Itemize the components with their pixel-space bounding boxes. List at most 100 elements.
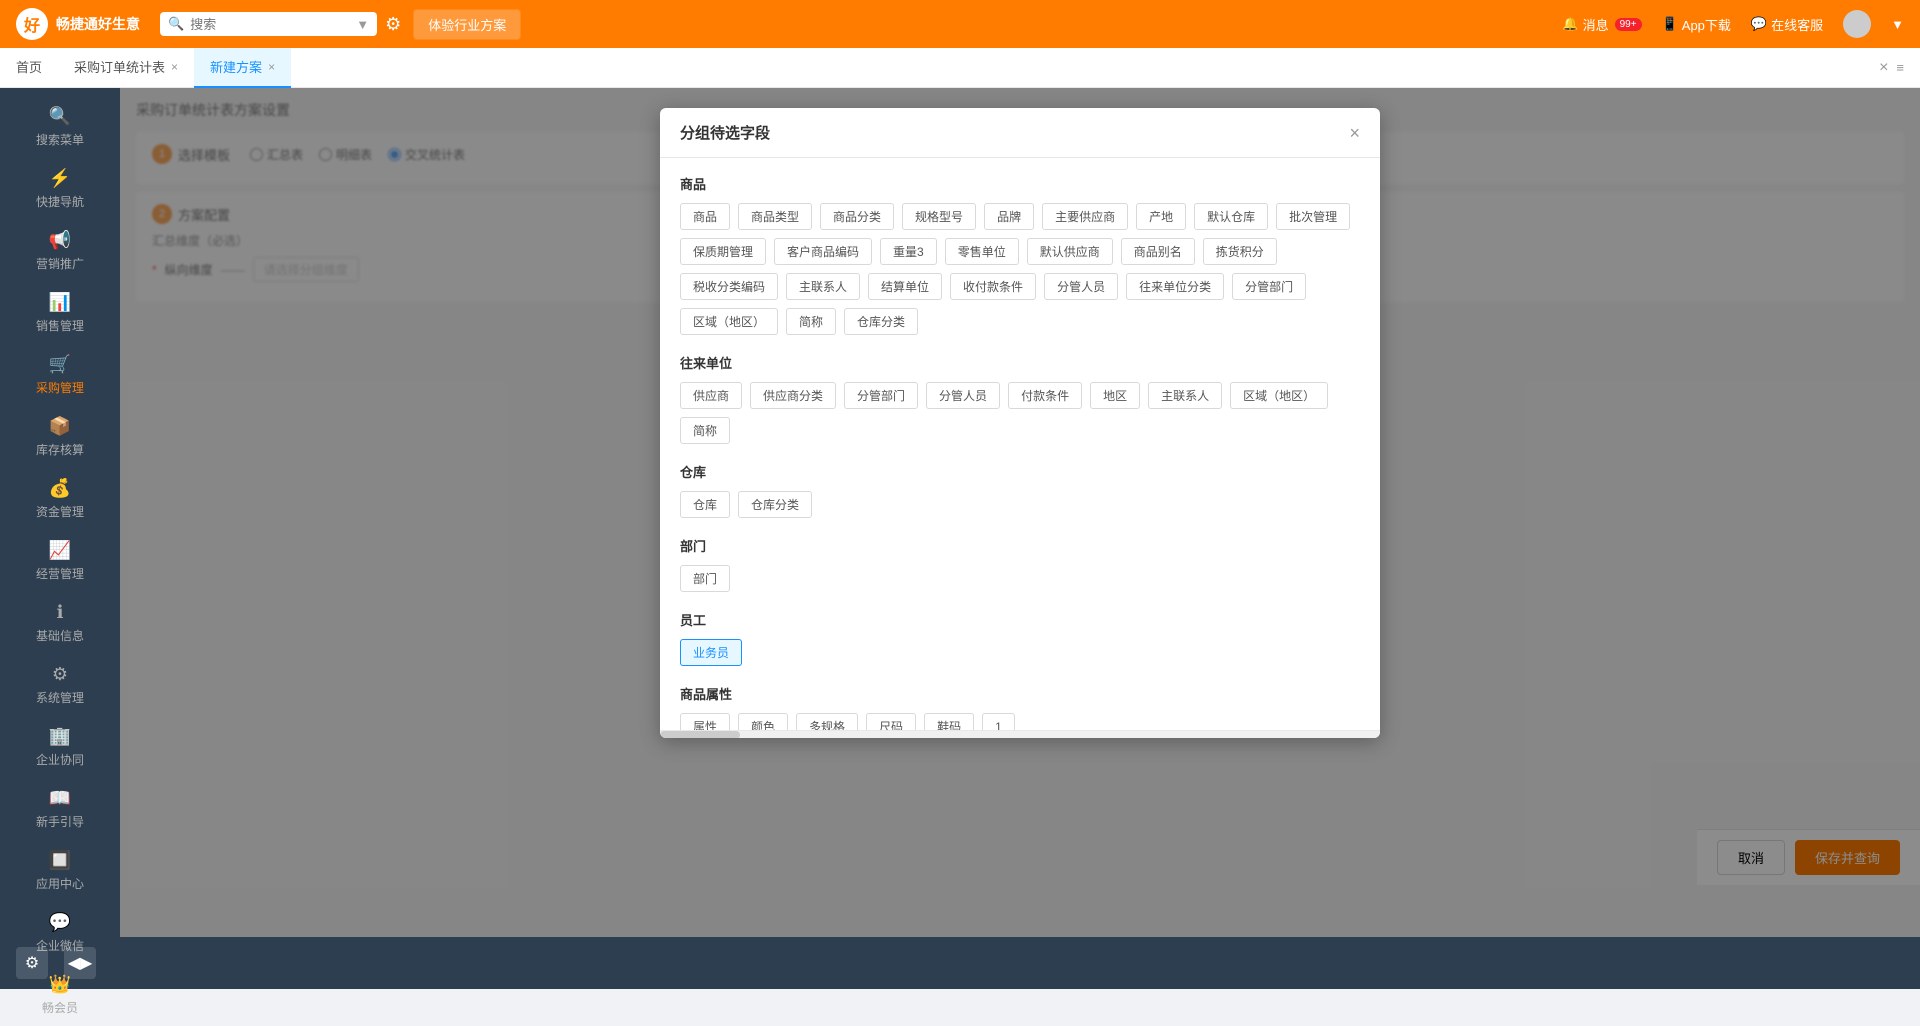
field-tag-area[interactable]: 地区 — [1090, 382, 1140, 409]
field-tag-short-name[interactable]: 简称 — [786, 308, 836, 335]
search-icon: 🔍 — [49, 106, 71, 127]
sidebar-item-purchase[interactable]: 🛒 采购管理 — [0, 344, 120, 406]
field-tag-spec[interactable]: 规格型号 — [902, 203, 976, 230]
online-service-item[interactable]: 💬 在线客服 — [1751, 15, 1823, 34]
field-tag-goods[interactable]: 商品 — [680, 203, 730, 230]
notification-item[interactable]: 🔔 消息 99+ — [1562, 15, 1641, 34]
section-goods-title: 商品 — [680, 174, 1360, 193]
field-tag-payment-terms[interactable]: 收付款条件 — [950, 273, 1036, 300]
sidebar-item-search[interactable]: 🔍 搜索菜单 — [0, 96, 120, 158]
section-department-title: 部门 — [680, 536, 1360, 555]
field-tag-main-contact-p[interactable]: 主联系人 — [1148, 382, 1222, 409]
field-tag-brand[interactable]: 品牌 — [984, 203, 1034, 230]
field-tag-region[interactable]: 区域（地区） — [680, 308, 778, 335]
field-tag-partner-cat[interactable]: 往来单位分类 — [1126, 273, 1224, 300]
field-tag-warehouse[interactable]: 仓库 — [680, 491, 730, 518]
service-icon: 💬 — [1751, 16, 1767, 32]
field-tag-default-supplier[interactable]: 默认供应商 — [1027, 238, 1113, 265]
field-tag-attribute[interactable]: 属性 — [680, 713, 730, 730]
field-tag-manage-dept[interactable]: 分管部门 — [844, 382, 918, 409]
tab-bar-menu-icon[interactable]: ≡ — [1896, 60, 1904, 75]
field-tag-salesperson[interactable]: 业务员 — [680, 639, 742, 666]
tab-purchase-order[interactable]: 采购订单统计表 × — [58, 48, 194, 88]
field-tag-shelf-life[interactable]: 保质期管理 — [680, 238, 766, 265]
field-tag-settlement[interactable]: 结算单位 — [868, 273, 942, 300]
field-tag-shoe-size[interactable]: 鞋码 — [924, 713, 974, 730]
notification-icon: 🔔 — [1562, 16, 1578, 32]
field-tag-dept[interactable]: 分管部门 — [1232, 273, 1306, 300]
tab-new-plan[interactable]: 新建方案 × — [194, 48, 291, 88]
field-tag-origin[interactable]: 产地 — [1136, 203, 1186, 230]
field-tag-main-contact[interactable]: 主联系人 — [786, 273, 860, 300]
sidebar-app-label: 应用中心 — [36, 875, 84, 892]
sidebar-item-app[interactable]: 🔲 应用中心 — [0, 840, 120, 902]
section-partner: 往来单位 供应商 供应商分类 分管部门 分管人员 付款条件 地区 主联系人 区域… — [680, 353, 1360, 444]
sidebar-purchase-label: 采购管理 — [36, 379, 84, 396]
field-tag-pay-terms[interactable]: 付款条件 — [1008, 382, 1082, 409]
sidebar-item-inventory[interactable]: 📦 库存核算 — [0, 406, 120, 468]
avatar[interactable] — [1843, 10, 1871, 38]
settings-button[interactable]: ⚙ — [16, 947, 48, 979]
sidebar-member-label: 畅会员 — [42, 999, 78, 1016]
notification-badge: 99+ — [1615, 18, 1642, 31]
field-tag-main-supplier[interactable]: 主要供应商 — [1042, 203, 1128, 230]
field-tag-goods-category[interactable]: 商品分类 — [820, 203, 894, 230]
modal-backdrop: 分组待选字段 × 商品 商品 商品类型 商品分类 规格型号 品牌 — [120, 88, 1920, 937]
field-tag-pick-score[interactable]: 拣货积分 — [1203, 238, 1277, 265]
field-tag-retail-unit[interactable]: 零售单位 — [945, 238, 1019, 265]
sidebar-operations-label: 经营管理 — [36, 565, 84, 582]
field-tag-multi-spec[interactable]: 多规格 — [796, 713, 858, 730]
search-input[interactable] — [190, 17, 350, 32]
field-tag-department[interactable]: 部门 — [680, 565, 730, 592]
field-tag-num1[interactable]: 1 — [982, 713, 1015, 730]
field-tag-supplier[interactable]: 供应商 — [680, 382, 742, 409]
field-tag-goods-type[interactable]: 商品类型 — [738, 203, 812, 230]
tab-new-plan-label: 新建方案 — [210, 57, 262, 76]
app-download-item[interactable]: 📱 App下载 — [1662, 15, 1731, 34]
field-tag-manager[interactable]: 分管人员 — [1044, 273, 1118, 300]
sidebar-sales-label: 销售管理 — [36, 317, 84, 334]
field-tag-region-p[interactable]: 区域（地区） — [1230, 382, 1328, 409]
sidebar-item-enterprise[interactable]: 🏢 企业协同 — [0, 716, 120, 778]
tab-new-plan-close[interactable]: × — [268, 60, 275, 74]
user-dropdown-icon[interactable]: ▼ — [1891, 17, 1904, 32]
sidebar-item-finance[interactable]: 💰 资金管理 — [0, 468, 120, 530]
tab-purchase-order-close[interactable]: × — [171, 60, 178, 74]
tab-purchase-order-label: 采购订单统计表 — [74, 57, 165, 76]
field-tag-tax-code[interactable]: 税收分类编码 — [680, 273, 778, 300]
sidebar-item-marketing[interactable]: 📢 营销推广 — [0, 220, 120, 282]
finance-icon: 💰 — [49, 478, 71, 499]
field-tag-wh-category[interactable]: 仓库分类 — [738, 491, 812, 518]
field-tag-customer-code[interactable]: 客户商品编码 — [774, 238, 872, 265]
tab-home[interactable]: 首页 — [0, 48, 58, 88]
sidebar-item-system[interactable]: ⚙ 系统管理 — [0, 654, 120, 716]
field-tag-default-wh[interactable]: 默认仓库 — [1194, 203, 1268, 230]
quick-nav-icon: ⚡ — [49, 168, 71, 189]
field-tag-weight[interactable]: 重量3 — [880, 238, 937, 265]
field-tag-size[interactable]: 尺码 — [866, 713, 916, 730]
field-tag-wh-cat[interactable]: 仓库分类 — [844, 308, 918, 335]
modal-hscroll-thumb[interactable] — [660, 731, 740, 738]
sidebar: 🔍 搜索菜单 ⚡ 快捷导航 📢 营销推广 📊 销售管理 🛒 采购管理 📦 库存核… — [0, 88, 120, 937]
audio-button[interactable]: ◀▶ — [64, 947, 96, 979]
field-tag-supplier-cat[interactable]: 供应商分类 — [750, 382, 836, 409]
modal-close-button[interactable]: × — [1349, 124, 1360, 142]
field-tag-manage-person[interactable]: 分管人员 — [926, 382, 1000, 409]
field-tag-batch[interactable]: 批次管理 — [1276, 203, 1350, 230]
sidebar-item-quick-nav[interactable]: ⚡ 快捷导航 — [0, 158, 120, 220]
bottom-toolbar: ⚙ ◀▶ — [0, 937, 1920, 989]
tab-bar-close-icon[interactable]: × — [1879, 59, 1888, 77]
field-tag-goods-alias[interactable]: 商品别名 — [1121, 238, 1195, 265]
modal-horizontal-scrollbar[interactable] — [660, 730, 1380, 738]
section-goods-fields: 商品 商品类型 商品分类 规格型号 品牌 主要供应商 产地 默认仓库 批次管理 … — [680, 203, 1360, 335]
sidebar-item-basic[interactable]: ℹ 基础信息 — [0, 592, 120, 654]
sidebar-item-operations[interactable]: 📈 经营管理 — [0, 530, 120, 592]
sidebar-item-sales[interactable]: 📊 销售管理 — [0, 282, 120, 344]
sidebar-item-guide[interactable]: 📖 新手引导 — [0, 778, 120, 840]
modal-body: 商品 商品 商品类型 商品分类 规格型号 品牌 主要供应商 产地 默认仓库 批次… — [660, 158, 1380, 730]
field-tag-color[interactable]: 颜色 — [738, 713, 788, 730]
field-tag-abbr-p[interactable]: 简称 — [680, 417, 730, 444]
experience-button[interactable]: 体验行业方案 — [413, 9, 521, 40]
gear-button[interactable]: ⚙ — [385, 14, 401, 35]
sidebar-system-label: 系统管理 — [36, 689, 84, 706]
